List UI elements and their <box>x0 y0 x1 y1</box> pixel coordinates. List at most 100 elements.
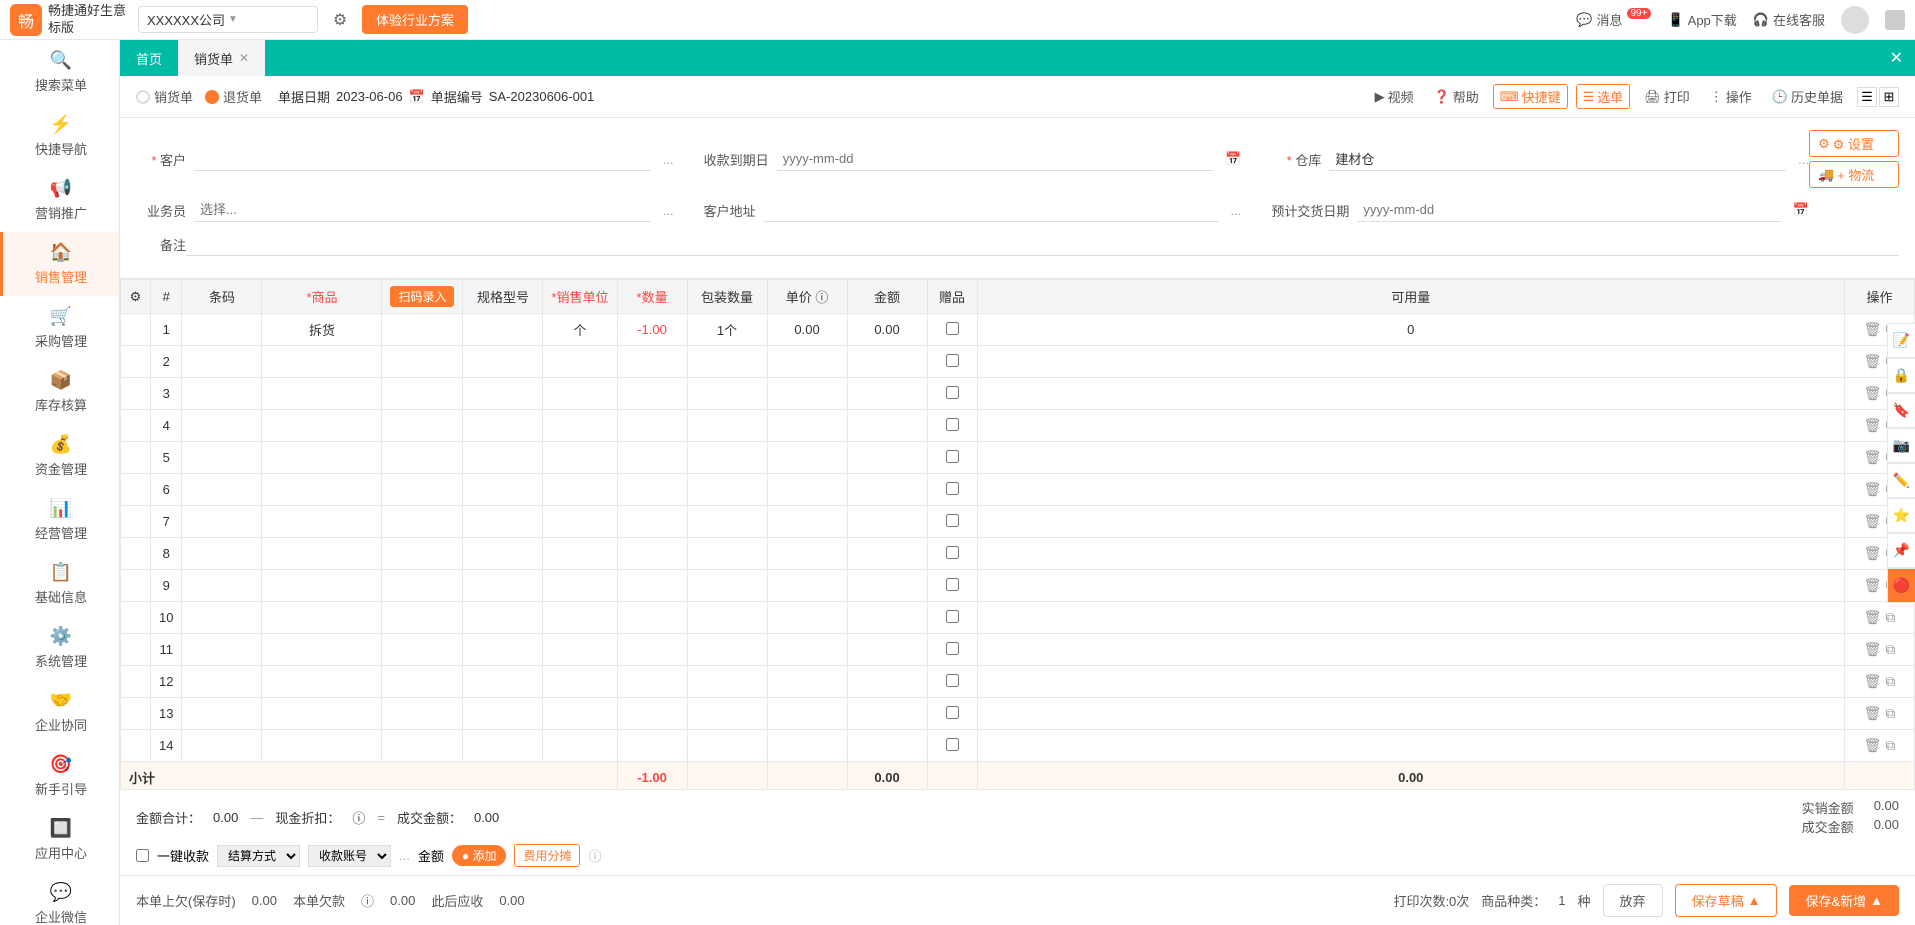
row4-gift-checkbox[interactable] <box>946 418 959 431</box>
row12-copy-icon[interactable]: ⧉ <box>1885 673 1895 690</box>
row7-delete-icon[interactable]: 🗑 <box>1864 513 1882 530</box>
col-settings[interactable]: ⚙ <box>121 280 151 314</box>
messages-button[interactable]: 💬 消息 99+ <box>1576 10 1651 29</box>
save-new-button[interactable]: 保存&新增 ▲ <box>1789 885 1899 916</box>
select-order-button[interactable]: ☰ 选单 <box>1576 84 1631 109</box>
salesman-input[interactable] <box>194 198 651 222</box>
row1-unit[interactable]: 个 <box>543 314 617 346</box>
row3-gift-checkbox[interactable] <box>946 386 959 399</box>
row10-gift-checkbox[interactable] <box>946 610 959 623</box>
row4-delete-icon[interactable]: 🗑 <box>1864 417 1882 434</box>
user-menu[interactable] <box>1885 10 1905 30</box>
row11-delete-icon[interactable]: 🗑 <box>1864 641 1882 658</box>
row11-gift-checkbox[interactable] <box>946 642 959 655</box>
row1-qty[interactable]: -1.00 <box>617 314 687 346</box>
sidebar-item-corp[interactable]: 🤝 企业协同 <box>0 680 119 744</box>
radio-return-order[interactable]: 退货单 <box>205 87 262 106</box>
save-draft-button[interactable]: 保存草稿 ▲ <box>1675 884 1778 917</box>
row1-gift-checkbox[interactable] <box>946 322 959 335</box>
row14-copy-icon[interactable]: ⧉ <box>1885 737 1895 754</box>
sidebar-item-search[interactable]: 🔍 搜索菜单 <box>0 40 119 104</box>
sidebar-item-basic[interactable]: 📋 基础信息 <box>0 552 119 616</box>
radio-sales-order[interactable]: 销货单 <box>136 87 193 106</box>
app-download-button[interactable]: 📱 App下载 <box>1667 10 1736 29</box>
col-scan[interactable]: 扫码录入 <box>382 280 463 314</box>
sidebar-item-apps[interactable]: 🔲 应用中心 <box>0 808 119 872</box>
account-select[interactable]: 收款账号 <box>308 845 391 867</box>
sidebar-item-quick-nav[interactable]: ⚡ 快捷导航 <box>0 104 119 168</box>
logistics-button[interactable]: 🚚 + 物流 <box>1809 161 1899 188</box>
row1-spec[interactable] <box>463 314 543 346</box>
expected-date-input[interactable] <box>1357 198 1780 222</box>
sidebar-item-purchase[interactable]: 🛒 采购管理 <box>0 296 119 360</box>
row10-delete-icon[interactable]: 🗑 <box>1864 609 1882 626</box>
tab-close-all-button[interactable]: ✕ <box>1878 48 1915 68</box>
sidebar-item-system[interactable]: ⚙️ 系统管理 <box>0 616 119 680</box>
customer-input[interactable] <box>194 147 651 171</box>
remarks-input[interactable] <box>186 232 1899 256</box>
row1-amount[interactable]: 0.00 <box>847 314 927 346</box>
warehouse-dots[interactable]: ... <box>1798 152 1809 167</box>
one-click-pay-checkbox[interactable] <box>136 849 149 862</box>
row11-copy-icon[interactable]: ⧉ <box>1885 641 1895 658</box>
float-note-button[interactable]: 📝 <box>1887 323 1915 358</box>
customer-addr-dots[interactable]: ... <box>1231 203 1242 218</box>
sidebar-item-sales[interactable]: 🏠 销售管理 <box>0 232 119 296</box>
grid-view-icon[interactable]: ⊞ <box>1879 87 1899 107</box>
float-lock-button[interactable]: 🔒 <box>1887 358 1915 393</box>
float-edit-button[interactable]: ✏️ <box>1887 463 1915 498</box>
row14-delete-icon[interactable]: 🗑 <box>1864 737 1882 754</box>
row1-product[interactable]: 拆货 <box>262 314 382 346</box>
row6-delete-icon[interactable]: 🗑 <box>1864 481 1882 498</box>
row13-copy-icon[interactable]: ⧉ <box>1885 705 1895 722</box>
settings-gear-button[interactable]: ⚙ <box>326 6 354 34</box>
video-button[interactable]: ▶ 视频 <box>1369 85 1420 108</box>
help-button[interactable]: ❓ 帮助 <box>1428 85 1485 108</box>
tab-home[interactable]: 首页 <box>120 40 178 76</box>
row5-gift-checkbox[interactable] <box>946 450 959 463</box>
row2-delete-icon[interactable]: 🗑 <box>1864 353 1882 370</box>
expense-split-button[interactable]: 费用分摊 <box>514 844 580 867</box>
row1-gift[interactable] <box>927 314 977 346</box>
row6-gift-checkbox[interactable] <box>946 482 959 495</box>
shortcut-button[interactable]: ⌨ 快捷键 <box>1493 84 1568 109</box>
sidebar-item-inventory[interactable]: 📦 库存核算 <box>0 360 119 424</box>
row14-gift-checkbox[interactable] <box>946 738 959 751</box>
account-dots[interactable]: ... <box>399 848 410 863</box>
row12-delete-icon[interactable]: 🗑 <box>1864 673 1882 690</box>
float-camera-button[interactable]: 📷 <box>1887 428 1915 463</box>
row13-gift-checkbox[interactable] <box>946 706 959 719</box>
customer-dots[interactable]: ... <box>663 152 674 167</box>
row7-gift-checkbox[interactable] <box>946 514 959 527</box>
expected-date-calendar-icon[interactable]: 📅 <box>1793 202 1809 218</box>
row9-delete-icon[interactable]: 🗑 <box>1864 577 1882 594</box>
tab-sales-order[interactable]: 销货单 ✕ <box>178 40 265 76</box>
row1-price[interactable]: 0.00 <box>767 314 847 346</box>
history-button[interactable]: 🕒 历史单据 <box>1766 85 1849 108</box>
date-calendar-icon[interactable]: 📅 <box>409 89 425 105</box>
tab-close-icon[interactable]: ✕ <box>239 51 249 65</box>
salesman-dots[interactable]: ... <box>663 203 674 218</box>
float-star-button[interactable]: ⭐ <box>1887 498 1915 533</box>
row8-delete-icon[interactable]: 🗑 <box>1864 545 1882 562</box>
warehouse-input[interactable] <box>1329 147 1786 171</box>
row1-delete-icon[interactable]: 🗑 <box>1864 321 1882 338</box>
float-bookmark-button[interactable]: 🔖 <box>1887 393 1915 428</box>
list-view-icon[interactable]: ☰ <box>1857 87 1877 107</box>
sidebar-item-operations[interactable]: 📊 经营管理 <box>0 488 119 552</box>
row8-gift-checkbox[interactable] <box>946 546 959 559</box>
row9-gift-checkbox[interactable] <box>946 578 959 591</box>
user-avatar[interactable] <box>1841 6 1869 34</box>
due-date-input[interactable] <box>777 147 1213 171</box>
trial-button[interactable]: 体验行业方案 <box>362 5 468 34</box>
due-date-calendar-icon[interactable]: 📅 <box>1225 151 1241 167</box>
settings-button[interactable]: ⚙ ⚙ 设置 <box>1809 130 1899 157</box>
operations-button[interactable]: ⋮ 操作 <box>1704 85 1758 108</box>
sidebar-item-marketing[interactable]: 📢 营销推广 <box>0 168 119 232</box>
float-alert-button[interactable]: 🔴 <box>1887 568 1915 603</box>
online-service-button[interactable]: 🎧 在线客服 <box>1753 10 1825 29</box>
row1-barcode[interactable] <box>182 314 262 346</box>
row13-delete-icon[interactable]: 🗑 <box>1864 705 1882 722</box>
discard-button[interactable]: 放弃 <box>1603 884 1663 917</box>
row1-pkg[interactable]: 1个 <box>687 314 767 346</box>
